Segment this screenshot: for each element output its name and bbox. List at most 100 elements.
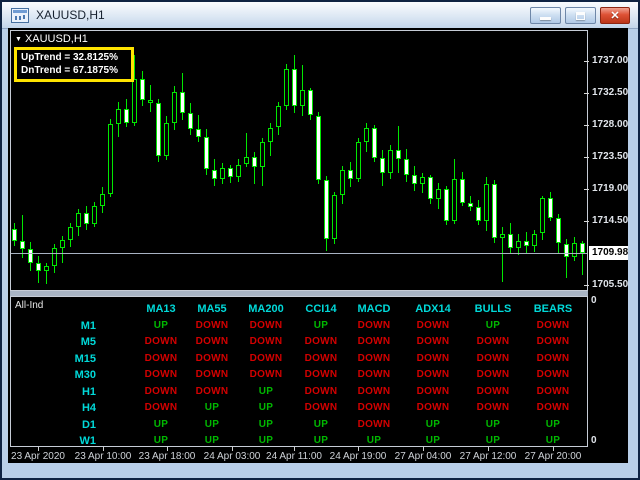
candle xyxy=(364,127,369,142)
table-cell: UP xyxy=(425,435,441,446)
candle xyxy=(532,233,537,247)
candle xyxy=(580,242,585,253)
table-cell: DOWN xyxy=(304,385,338,397)
candle xyxy=(548,197,553,218)
trend-indicator-box: UpTrend = 32.8125% DnTrend = 67.1875% xyxy=(14,47,134,82)
candle xyxy=(572,242,577,257)
time-tick-mark xyxy=(294,447,295,451)
candle xyxy=(68,227,73,240)
candle-wick xyxy=(150,84,151,112)
candle xyxy=(124,109,129,123)
table-row-label-h4: H4 xyxy=(81,402,96,414)
table-cell: UP xyxy=(204,435,220,446)
table-header-cci14: CCI14 xyxy=(305,303,337,315)
candle xyxy=(236,164,241,178)
table-cell: DOWN xyxy=(476,336,510,347)
indicator-panel: All-Ind MA13 MA55 MA200 CCI14 MACD ADX14 BULLS… xyxy=(10,296,588,447)
minimize-button[interactable] xyxy=(530,6,561,24)
candle xyxy=(60,239,65,249)
table-cell: DOWN xyxy=(249,369,283,380)
time-tick-mark xyxy=(358,447,359,451)
table-cell: DOWN xyxy=(476,402,510,413)
table-cell: DOWN xyxy=(195,385,229,397)
time-tick-mark xyxy=(423,447,424,451)
candle xyxy=(276,106,281,128)
candle xyxy=(420,177,425,184)
time-tick-label: 27 Apr 04:00 xyxy=(394,451,452,462)
table-cell: DOWN xyxy=(195,352,229,364)
bid-price-line xyxy=(11,253,587,254)
close-button[interactable]: ✕ xyxy=(600,6,630,24)
table-cell: UP xyxy=(313,418,329,430)
table-cell: DOWN xyxy=(536,369,570,380)
candle xyxy=(148,99,153,104)
table-header-macd: MACD xyxy=(357,303,391,315)
candle xyxy=(500,234,505,239)
candle xyxy=(220,168,225,179)
title-bar[interactable]: XAUUSD,H1 ✕ xyxy=(2,2,638,29)
table-cell: DOWN xyxy=(249,352,283,364)
time-tick-label: 23 Apr 18:00 xyxy=(138,451,196,462)
close-icon: ✕ xyxy=(610,9,620,22)
price-tick-mark xyxy=(584,221,589,222)
candle xyxy=(444,189,449,222)
window-title: XAUUSD,H1 xyxy=(36,8,105,22)
table-cell: UP xyxy=(366,435,382,446)
table-header-ma13: MA13 xyxy=(146,303,176,315)
candle xyxy=(244,157,249,165)
candle xyxy=(412,175,417,184)
time-tick-label: 27 Apr 20:00 xyxy=(524,451,582,462)
candle xyxy=(132,78,137,123)
table-cell: UP xyxy=(258,402,274,413)
table-row-label-d1: D1 xyxy=(81,418,96,431)
table-cell: DOWN xyxy=(357,418,391,430)
table-row-label-h1: H1 xyxy=(81,385,96,398)
table-header-adx14: ADX14 xyxy=(415,303,451,315)
candle xyxy=(356,141,361,180)
price-tick-label: 1737.00 xyxy=(592,55,629,66)
window-controls: ✕ xyxy=(530,6,630,24)
time-tick-mark xyxy=(232,447,233,451)
table-cell: UP xyxy=(485,435,501,446)
table-cell: DOWN xyxy=(357,402,391,413)
restore-button[interactable] xyxy=(565,6,596,24)
table-cell: DOWN xyxy=(416,352,450,364)
time-tick-label: 27 Apr 12:00 xyxy=(459,451,517,462)
price-tick-mark xyxy=(584,157,589,158)
candle xyxy=(36,262,41,272)
indicator-scale-label: 0 xyxy=(591,435,597,446)
time-tick-mark xyxy=(553,447,554,451)
table-cell: DOWN xyxy=(416,336,450,347)
table-cell: UP xyxy=(313,435,329,446)
table-cell: DOWN xyxy=(195,336,229,347)
table-cell: UP xyxy=(425,418,441,430)
candle xyxy=(204,136,209,170)
price-tick-mark xyxy=(584,285,589,286)
candle xyxy=(140,78,145,100)
candle xyxy=(564,243,569,257)
chart-symbol-label[interactable]: ▼ XAUUSD,H1 xyxy=(15,33,88,45)
table-row-label-m15: M15 xyxy=(74,352,96,365)
time-tick-mark xyxy=(38,447,39,451)
candle xyxy=(284,68,289,107)
table-cell: UP xyxy=(153,435,169,446)
table-cell: DOWN xyxy=(144,402,178,413)
candle xyxy=(404,158,409,176)
table-cell: UP xyxy=(153,418,169,430)
candle xyxy=(252,157,257,167)
table-cell: DOWN xyxy=(536,319,570,331)
time-tick-label: 24 Apr 03:00 xyxy=(203,451,261,462)
indicator-scale-label: 0 xyxy=(591,295,597,306)
table-cell: DOWN xyxy=(416,402,450,413)
candle xyxy=(452,178,457,222)
candle xyxy=(196,129,201,137)
time-tick-label: 23 Apr 2020 xyxy=(11,451,65,462)
table-cell: UP xyxy=(545,435,561,446)
candle xyxy=(180,92,185,114)
candle xyxy=(484,184,489,222)
price-tick-label: 1728.00 xyxy=(592,119,629,130)
time-tick-mark xyxy=(103,447,104,451)
price-chart-panel[interactable]: ▼ XAUUSD,H1 UpTrend = 32.8125% DnTrend = … xyxy=(10,30,588,291)
candle xyxy=(428,177,433,199)
candle xyxy=(492,184,497,239)
